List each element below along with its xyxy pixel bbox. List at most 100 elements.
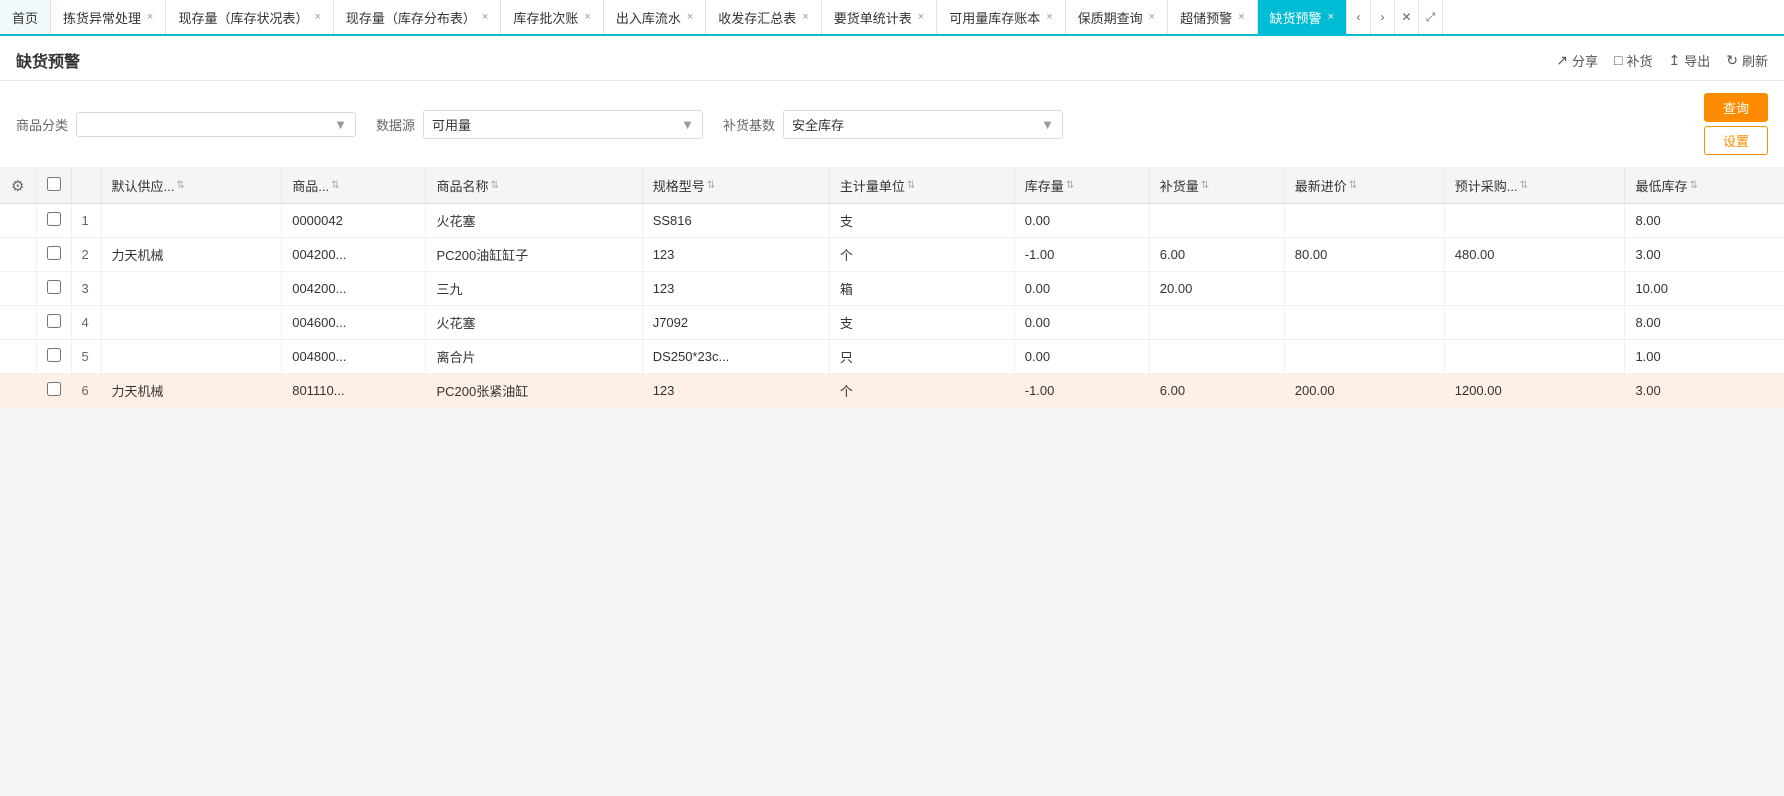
spec-sort[interactable]: 规格型号 ⇅ <box>653 176 715 195</box>
supplier-sort[interactable]: 默认供应... ⇅ <box>112 176 185 195</box>
replenish-base-filter-group: 补货基数 安全库存 ▼ <box>723 110 1063 139</box>
table-row: 5 004800... 离合片 DS250*23c... 只 0.00 1.00 <box>0 340 1784 374</box>
name-sort[interactable]: 商品名称 ⇅ <box>436 176 498 195</box>
tab-close-5[interactable]: × <box>687 11 693 23</box>
tab-出入库流水[interactable]: 出入库流水 × <box>604 0 706 35</box>
stock-sort[interactable]: 库存量 ⇅ <box>1025 176 1074 195</box>
row-checkbox-4[interactable] <box>47 348 61 362</box>
tab-close-4[interactable]: × <box>584 11 590 23</box>
row-checkbox-0[interactable] <box>47 212 61 226</box>
unit-column-header[interactable]: 主计量单位 ⇅ <box>829 168 1014 204</box>
seq-cell: 3 <box>71 272 101 306</box>
replenish-button[interactable]: □ 补货 <box>1614 51 1652 70</box>
latest-price-sort-icon: ⇅ <box>1349 180 1357 191</box>
supplier-cell <box>101 204 282 238</box>
seq-column-header <box>71 168 101 204</box>
name-cell: PC200张紧油缸 <box>426 374 642 408</box>
tab-收发存汇总表[interactable]: 收发存汇总表 × <box>706 0 821 35</box>
tab-nav-right[interactable]: › <box>1371 0 1395 35</box>
spec-cell: DS250*23c... <box>642 340 829 374</box>
tab-超储预警[interactable]: 超储预警 × <box>1168 0 1257 35</box>
unit-sort[interactable]: 主计量单位 ⇅ <box>840 176 915 195</box>
row-checkbox-5[interactable] <box>47 382 61 396</box>
replenish-sort-icon: ⇅ <box>1201 180 1209 191</box>
tab-库存批次账[interactable]: 库存批次账 × <box>501 0 603 35</box>
tab-拣货异常处理[interactable]: 拣货异常处理 × <box>51 0 166 35</box>
spec-column-header[interactable]: 规格型号 ⇅ <box>642 168 829 204</box>
min-stock-sort[interactable]: 最低库存 ⇅ <box>1635 176 1697 195</box>
tab-close-11[interactable]: × <box>1328 11 1334 23</box>
tab-close-8[interactable]: × <box>1046 11 1052 23</box>
tab-首页[interactable]: 首页 <box>0 0 51 35</box>
setting-button[interactable]: 设置 <box>1704 126 1768 155</box>
datasource-select[interactable]: 可用量 ▼ <box>423 110 703 139</box>
stock-column-header[interactable]: 库存量 ⇅ <box>1014 168 1149 204</box>
replenish-cell: 20.00 <box>1149 272 1284 306</box>
row-checkbox-2[interactable] <box>47 280 61 294</box>
supplier-cell: 力天机械 <box>101 374 282 408</box>
gear-cell <box>0 306 36 340</box>
checkbox-column-header[interactable] <box>36 168 71 204</box>
tab-close-3[interactable]: × <box>482 11 488 23</box>
tab-可用量库存账本[interactable]: 可用量库存账本 × <box>937 0 1065 35</box>
checkbox-cell[interactable] <box>36 306 71 340</box>
category-select[interactable]: ▼ <box>76 112 356 137</box>
tab-restore[interactable]: ⤢ <box>1419 0 1443 35</box>
tab-保质期查询[interactable]: 保质期查询 × <box>1066 0 1168 35</box>
settings-column-header[interactable]: ⚙ <box>0 168 36 204</box>
replenish-cell <box>1149 340 1284 374</box>
row-checkbox-1[interactable] <box>47 246 61 260</box>
latest-price-cell: 200.00 <box>1284 374 1444 408</box>
unit-cell: 个 <box>829 238 1014 272</box>
checkbox-cell[interactable] <box>36 204 71 238</box>
seq-cell: 5 <box>71 340 101 374</box>
estimated-purchase-cell <box>1444 306 1625 340</box>
unit-sort-icon: ⇅ <box>907 180 915 191</box>
tab-close-10[interactable]: × <box>1238 11 1244 23</box>
query-button[interactable]: 查询 <box>1704 93 1768 122</box>
stock-cell: 0.00 <box>1014 340 1149 374</box>
min-stock-column-header[interactable]: 最低库存 ⇅ <box>1625 168 1784 204</box>
select-all-checkbox[interactable] <box>47 177 61 191</box>
checkbox-cell[interactable] <box>36 238 71 272</box>
tab-现存量库存状况表[interactable]: 现存量（库存状况表） × <box>166 0 333 35</box>
table-row: 3 004200... 三九 123 箱 0.00 20.00 10.00 <box>0 272 1784 306</box>
replenish-sort[interactable]: 补货量 ⇅ <box>1160 176 1209 195</box>
row-checkbox-3[interactable] <box>47 314 61 328</box>
replenish-column-header[interactable]: 补货量 ⇅ <box>1149 168 1284 204</box>
estimated-purchase-column-header[interactable]: 预计采购... ⇅ <box>1444 168 1625 204</box>
checkbox-cell[interactable] <box>36 374 71 408</box>
min-stock-cell: 8.00 <box>1625 306 1784 340</box>
refresh-button[interactable]: ↻ 刷新 <box>1726 51 1768 70</box>
tab-close-2[interactable]: × <box>314 11 320 23</box>
spec-sort-icon: ⇅ <box>707 180 715 191</box>
latest-price-sort[interactable]: 最新进价 ⇅ <box>1295 176 1357 195</box>
latest-price-column-header[interactable]: 最新进价 ⇅ <box>1284 168 1444 204</box>
tab-bar: 首页 拣货异常处理 × 现存量（库存状况表） × 现存量（库存分布表） × 库存… <box>0 0 1784 36</box>
tab-nav-left[interactable]: ‹ <box>1347 0 1371 35</box>
tab-close-6[interactable]: × <box>802 11 808 23</box>
replenish-base-select[interactable]: 安全库存 ▼ <box>783 110 1063 139</box>
gear-icon[interactable]: ⚙ <box>11 178 24 195</box>
name-sort-icon: ⇅ <box>490 180 498 191</box>
name-column-header[interactable]: 商品名称 ⇅ <box>426 168 642 204</box>
share-button[interactable]: ↗ 分享 <box>1556 51 1598 70</box>
code-sort[interactable]: 商品... ⇅ <box>292 176 339 195</box>
table-header-row: ⚙ 默认供应... ⇅ 商品... <box>0 168 1784 204</box>
export-button[interactable]: ↥ 导出 <box>1669 51 1711 70</box>
tab-缺货预警[interactable]: 缺货预警 × <box>1258 0 1347 35</box>
tab-现存量库存分布表[interactable]: 现存量（库存分布表） × <box>334 0 501 35</box>
tab-close-all[interactable]: ✕ <box>1395 0 1419 35</box>
tab-要货单统计表[interactable]: 要货单统计表 × <box>822 0 937 35</box>
code-column-header[interactable]: 商品... ⇅ <box>282 168 426 204</box>
checkbox-cell[interactable] <box>36 340 71 374</box>
tab-close-1[interactable]: × <box>147 11 153 23</box>
estimated-purchase-sort[interactable]: 预计采购... ⇅ <box>1455 176 1528 195</box>
min-stock-cell: 3.00 <box>1625 374 1784 408</box>
checkbox-cell[interactable] <box>36 272 71 306</box>
tab-close-9[interactable]: × <box>1149 11 1155 23</box>
tab-close-7[interactable]: × <box>918 11 924 23</box>
supplier-column-header[interactable]: 默认供应... ⇅ <box>101 168 282 204</box>
category-label: 商品分类 <box>16 115 68 134</box>
gear-cell <box>0 204 36 238</box>
